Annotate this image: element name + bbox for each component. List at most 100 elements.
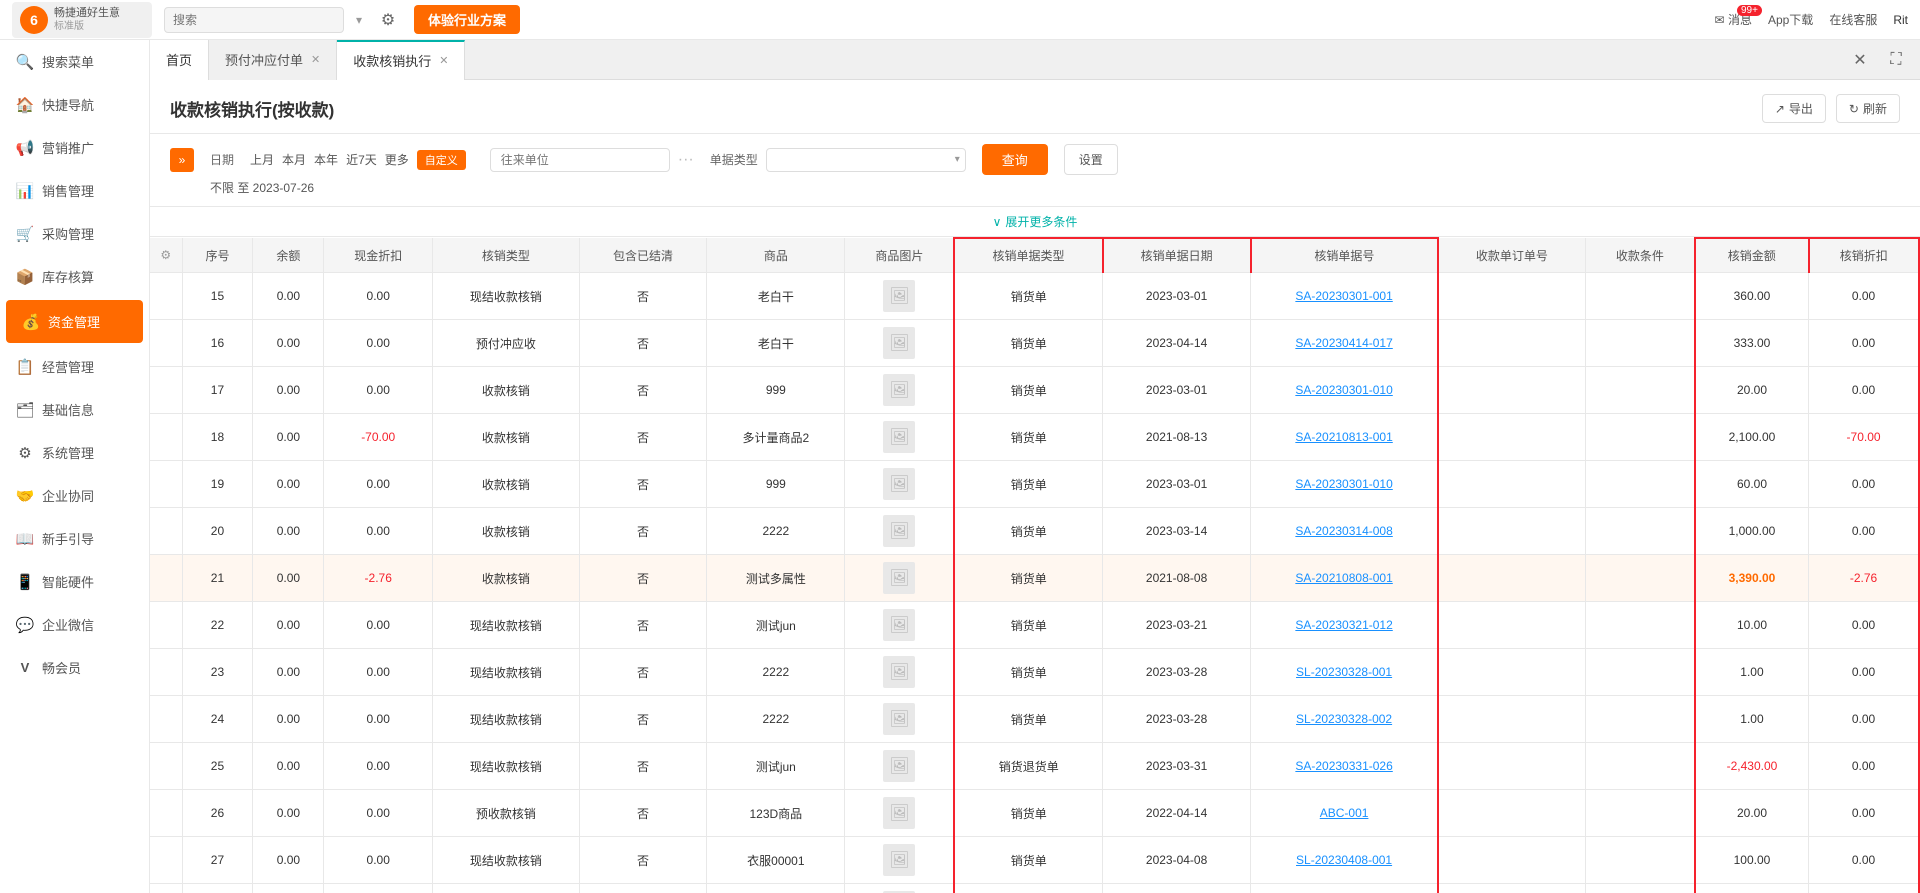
table-row: 190.000.00收款核销否999🖼销货单2023-03-01SA-20230… xyxy=(150,461,1919,508)
gear-icon[interactable]: ⚙ xyxy=(374,6,402,34)
tab-collection-label: 收款核销执行 xyxy=(353,51,431,70)
sidebar-label: 经营管理 xyxy=(42,357,94,376)
th-settings: ⚙ xyxy=(150,238,182,273)
expand-icon: ∨ xyxy=(993,215,1002,229)
sidebar-item-finance[interactable]: 💰 资金管理 xyxy=(6,300,143,343)
content-area: 首页 预付冲应付单 ✕ 收款核销执行 ✕ ✕ ⛶ 收款核销执行(按收款) xyxy=(150,40,1920,893)
guide-icon: 📖 xyxy=(16,530,34,548)
table-row: 250.000.00现结收款核销否测试jun🖼销货退货单2023-03-31SA… xyxy=(150,743,1919,790)
sidebar-item-inventory[interactable]: 📦 库存核算 xyxy=(0,255,149,298)
sidebar-label: 系统管理 xyxy=(42,443,94,462)
column-settings-icon[interactable]: ⚙ xyxy=(160,248,171,262)
sidebar-item-guide[interactable]: 📖 新手引导 xyxy=(0,517,149,560)
sidebar-item-search-menu[interactable]: 🔍 搜索菜单 xyxy=(0,40,149,83)
goods-img-cell: 🖼 xyxy=(845,602,955,649)
sidebar-label: 资金管理 xyxy=(48,312,100,331)
sidebar-item-operation[interactable]: 📋 经营管理 xyxy=(0,345,149,388)
th-verify-no: 核销单据号 xyxy=(1251,238,1438,273)
sidebar-item-wechat[interactable]: 💬 企业微信 xyxy=(0,603,149,646)
goods-image: 🖼 xyxy=(883,609,915,641)
online-service-link[interactable]: 在线客服 xyxy=(1829,11,1877,28)
tab-home[interactable]: 首页 xyxy=(150,40,209,80)
tab-collection-close[interactable]: ✕ xyxy=(439,54,448,67)
page-content: 收款核销执行(按收款) ↗ 导出 ↻ 刷新 » 日期 xyxy=(150,80,1920,893)
tab-collection[interactable]: 收款核销执行 ✕ xyxy=(337,40,465,80)
th-verify-type: 核销类型 xyxy=(433,238,580,273)
partner-input[interactable] xyxy=(490,148,670,172)
goods-img-cell: 🖼 xyxy=(845,367,955,414)
finance-icon: 💰 xyxy=(22,313,40,331)
collapse-arrow-button[interactable]: » xyxy=(170,148,194,172)
voucher-type-select[interactable] xyxy=(766,148,966,172)
date-option-7days[interactable]: 近7天 xyxy=(346,151,377,168)
date-range-display: 不限 至 2023-07-26 xyxy=(210,179,1900,196)
table-row: 160.000.00预付冲应收否老白干🖼销货单2023-04-14SA-2023… xyxy=(150,320,1919,367)
sidebar-label: 库存核算 xyxy=(42,267,94,286)
settings-button[interactable]: 设置 xyxy=(1064,144,1118,175)
goods-image: 🖼 xyxy=(883,468,915,500)
purchase-icon: 🛒 xyxy=(16,225,34,243)
table-row: 180.00-70.00收款核销否多计量商品2🖼销货单2021-08-13SA-… xyxy=(150,414,1919,461)
sidebar-label: 畅会员 xyxy=(42,658,81,677)
sidebar-item-purchase[interactable]: 🛒 采购管理 xyxy=(0,212,149,255)
custom-date-button[interactable]: 自定义 xyxy=(417,150,466,170)
goods-img-cell: 🖼 xyxy=(845,743,955,790)
maximize-icon[interactable]: ⛶ xyxy=(1882,46,1910,74)
notification-badge: 99+ xyxy=(1737,5,1762,16)
query-button[interactable]: 查询 xyxy=(982,144,1048,175)
tab-home-label: 首页 xyxy=(166,50,192,69)
export-button[interactable]: ↗ 导出 xyxy=(1762,94,1826,123)
refresh-button[interactable]: ↻ 刷新 xyxy=(1836,94,1900,123)
date-option-last-month[interactable]: 上月 xyxy=(250,151,274,168)
goods-img-cell: 🖼 xyxy=(845,320,955,367)
date-option-more[interactable]: 更多 xyxy=(385,151,409,168)
sidebar-item-quick-nav[interactable]: 🏠 快捷导航 xyxy=(0,83,149,126)
tab-actions: ✕ ⛶ xyxy=(1846,46,1920,74)
table-row: 230.000.00现结收款核销否2222🖼销货单2023-03-28SL-20… xyxy=(150,649,1919,696)
sidebar: 🔍 搜索菜单 🏠 快捷导航 📢 营销推广 📊 销售管理 🛒 采购管理 📦 库存核… xyxy=(0,40,150,893)
goods-img-cell: 🖼 xyxy=(845,696,955,743)
th-seq: 序号 xyxy=(182,238,253,273)
sidebar-item-corp-collab[interactable]: 🤝 企业协同 xyxy=(0,474,149,517)
corp-icon: 🤝 xyxy=(16,487,34,505)
chevron-down-icon[interactable]: ▾ xyxy=(356,13,362,27)
sidebar-label: 新手引导 xyxy=(42,529,94,548)
brand-icon: 6 xyxy=(20,6,48,34)
goods-img-cell: 🖼 xyxy=(845,790,955,837)
th-receipt-condition: 收款条件 xyxy=(1585,238,1695,273)
goods-img-cell: 🖼 xyxy=(845,555,955,602)
goods-image: 🖼 xyxy=(883,421,915,453)
expand-conditions-button[interactable]: ∨ 展开更多条件 xyxy=(170,213,1900,230)
sales-icon: 📊 xyxy=(16,182,34,200)
ellipsis-icon[interactable]: ··· xyxy=(678,151,694,169)
top-bar-right: ✉ 消息 99+ App下载 在线客服 Rit xyxy=(1715,11,1908,28)
sidebar-item-basic-info[interactable]: 🗂 基础信息 xyxy=(0,388,149,431)
close-window-icon[interactable]: ✕ xyxy=(1846,46,1874,74)
date-option-this-month[interactable]: 本月 xyxy=(282,151,306,168)
th-goods-img: 商品图片 xyxy=(845,238,955,273)
goods-image: 🖼 xyxy=(883,703,915,735)
industry-solution-button[interactable]: 体验行业方案 xyxy=(414,5,520,34)
page-header-actions: ↗ 导出 ↻ 刷新 xyxy=(1762,94,1900,123)
sidebar-item-marketing[interactable]: 📢 营销推广 xyxy=(0,126,149,169)
tab-prepay[interactable]: 预付冲应付单 ✕ xyxy=(209,40,337,80)
app-download-link[interactable]: App下载 xyxy=(1768,11,1813,28)
notification-bell[interactable]: ✉ 消息 99+ xyxy=(1715,11,1752,28)
goods-image: 🖼 xyxy=(883,280,915,312)
date-option-this-year[interactable]: 本年 xyxy=(314,151,338,168)
top-bar: 6 畅捷通好生意 标准版 ▾ ⚙ 体验行业方案 ✉ 消息 99+ App下载 在… xyxy=(0,0,1920,40)
th-verify-amount: 核销金额 xyxy=(1695,238,1809,273)
th-receipt-order-no: 收款单订单号 xyxy=(1438,238,1585,273)
inventory-icon: 📦 xyxy=(16,268,34,286)
tab-prepay-close[interactable]: ✕ xyxy=(311,53,320,66)
sidebar-item-member[interactable]: V 畅会员 xyxy=(0,646,149,689)
partner-filter: ··· xyxy=(490,148,694,172)
refresh-icon: ↻ xyxy=(1849,102,1859,116)
home-icon: 🏠 xyxy=(16,96,34,114)
sidebar-item-smart-hw[interactable]: 📱 智能硬件 xyxy=(0,560,149,603)
search-input[interactable] xyxy=(164,7,344,33)
goods-img-cell: 🖼 xyxy=(845,649,955,696)
sidebar-item-sales[interactable]: 📊 销售管理 xyxy=(0,169,149,212)
sidebar-item-sys-mgmt[interactable]: ⚙ 系统管理 xyxy=(0,431,149,474)
sidebar-label: 企业微信 xyxy=(42,615,94,634)
